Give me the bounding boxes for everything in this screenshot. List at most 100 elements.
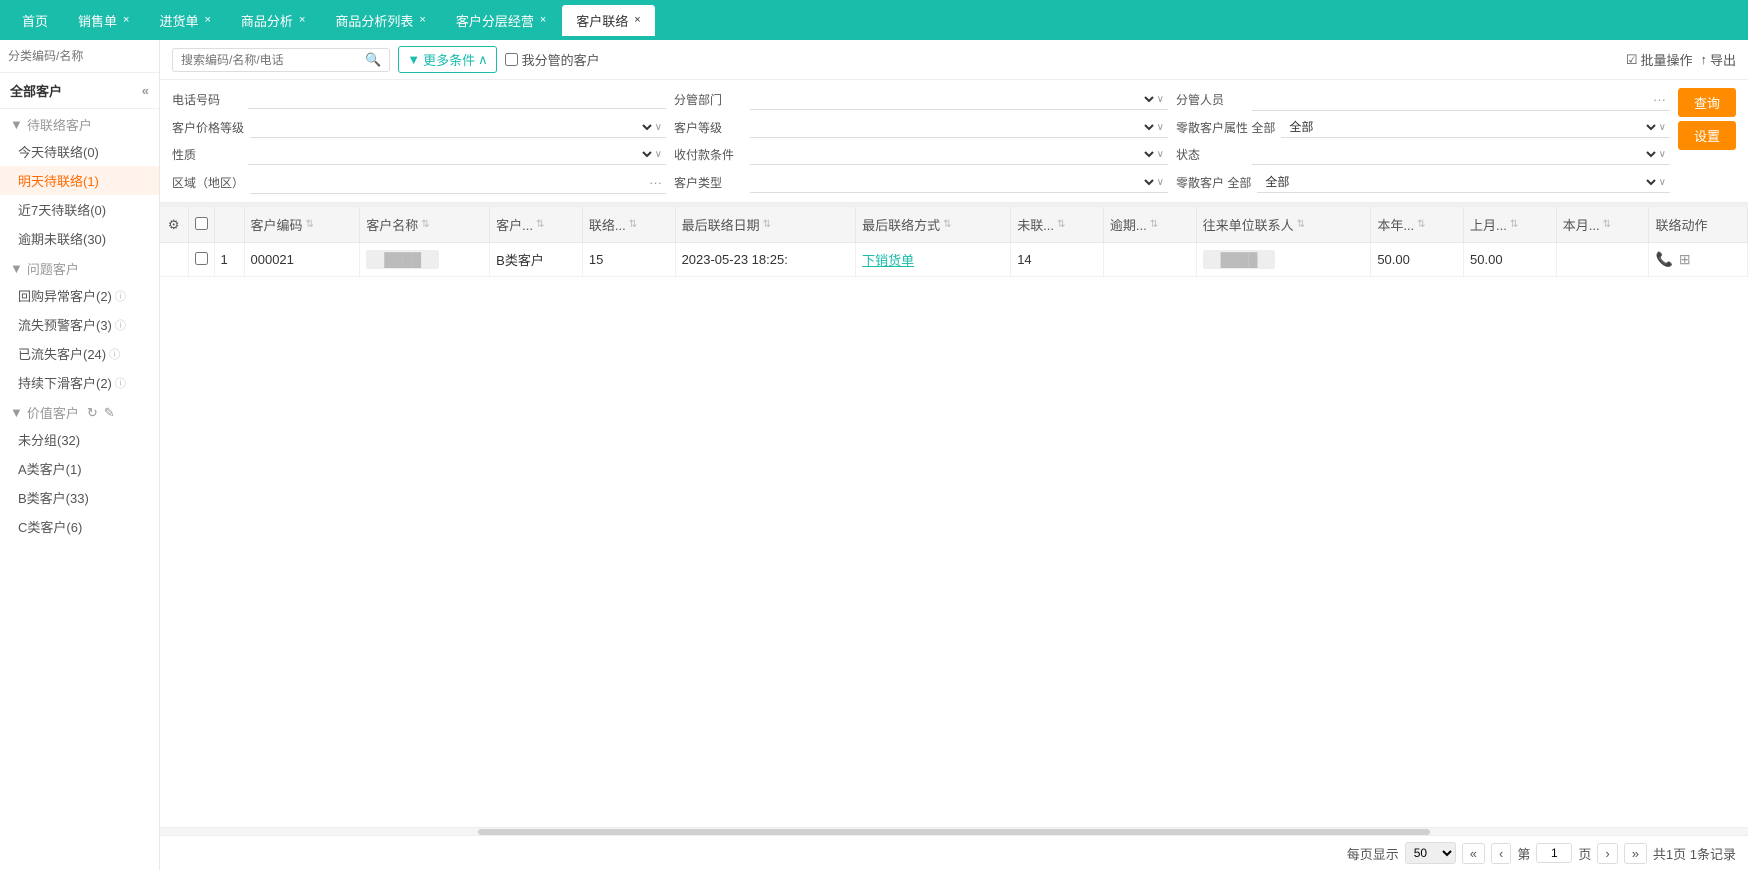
main-search-input[interactable]	[181, 53, 361, 67]
filter-right-actions: ☑ 批量操作 ↑ 导出	[1626, 50, 1736, 69]
phone-action-icon[interactable]: 📞	[1655, 251, 1672, 268]
settings-icon[interactable]: ⚙	[168, 217, 180, 232]
close-icon[interactable]: ×	[123, 14, 129, 26]
filter-row-4: 区域（地区） ··· 客户类型 ∨	[172, 171, 1670, 194]
table-row: 1 000021 ████ B类客户 15 2023-05-23 18:25: …	[160, 243, 1748, 277]
customer-type-select[interactable]	[754, 174, 1157, 190]
query-button[interactable]: 查询	[1678, 88, 1736, 117]
status-label: 状态	[1176, 146, 1246, 163]
col-last-month[interactable]: 上月... ⇅	[1464, 207, 1557, 243]
nav-tab-customer-contact[interactable]: 客户联络 ×	[562, 5, 654, 36]
region-input[interactable]	[254, 173, 649, 191]
more-conditions-btn[interactable]: ▼ 更多条件 ∧	[398, 46, 496, 73]
export-btn[interactable]: ↑ 导出	[1700, 50, 1736, 69]
nav-home[interactable]: 首页	[8, 5, 62, 36]
batch-operation-btn[interactable]: ☑ 批量操作	[1626, 50, 1693, 69]
nav-tab-sales[interactable]: 销售单 ×	[64, 5, 143, 36]
price-level-select[interactable]	[254, 119, 655, 135]
row-checkbox[interactable]	[195, 252, 208, 265]
row-this-year: 50.00	[1371, 243, 1464, 277]
set-button[interactable]: 设置	[1678, 121, 1736, 150]
prev-page-btn[interactable]: ‹	[1491, 843, 1511, 864]
refresh-icon[interactable]: ↻	[87, 405, 98, 421]
arrow-down-icon: ▼	[10, 117, 23, 132]
sort-icon: ⇅	[1603, 219, 1611, 230]
filter-cell-retail-attr: 零散客户属性 全部 全部 ∨	[1176, 117, 1670, 138]
col-settings[interactable]: ⚙	[160, 207, 188, 243]
col-customer-type[interactable]: 客户... ⇅	[490, 207, 583, 243]
sidebar-item-churned[interactable]: 已流失客户(24) ⓘ	[0, 339, 159, 368]
close-icon[interactable]: ×	[419, 14, 425, 26]
sidebar-item-churn-warning[interactable]: 流失预警客户(3) ⓘ	[0, 310, 159, 339]
horizontal-scrollbar[interactable]	[160, 827, 1748, 835]
filter-row-2: 客户价格等级 ∨ 客户等级 ∨	[172, 117, 1670, 138]
retail-attr-select[interactable]: 全部	[1285, 119, 1658, 135]
sort-icon: ⇅	[1510, 219, 1518, 230]
page-label: 第	[1517, 844, 1530, 863]
status-select[interactable]	[1256, 146, 1659, 162]
col-contacts[interactable]: 联络... ⇅	[582, 207, 675, 243]
nav-tab-product-analysis[interactable]: 商品分析 ×	[227, 5, 319, 36]
sidebar-item-tomorrow-contact[interactable]: 明天待联络(1)	[0, 166, 159, 195]
sort-icon: ⇅	[763, 219, 771, 230]
first-page-btn[interactable]: «	[1462, 843, 1485, 864]
my-customers-check[interactable]	[505, 53, 518, 66]
col-overdue[interactable]: 逾期... ⇅	[1103, 207, 1196, 243]
edit-icon[interactable]: ✎	[104, 405, 115, 421]
close-icon[interactable]: ×	[634, 14, 640, 26]
filter-icon: ▼	[407, 52, 420, 67]
filter-cell-customer-type: 客户类型 ∨	[674, 172, 1168, 193]
manager-input[interactable]	[1256, 90, 1653, 108]
per-page-select[interactable]: 50 100 200	[1405, 842, 1456, 864]
sidebar-item-declining[interactable]: 持续下滑客户(2) ⓘ	[0, 368, 159, 397]
col-this-year[interactable]: 本年... ⇅	[1371, 207, 1464, 243]
sort-icon: ⇅	[943, 219, 951, 230]
collapse-icon[interactable]: «	[142, 83, 149, 98]
last-page-btn[interactable]: »	[1624, 843, 1647, 864]
nav-tab-purchase[interactable]: 进货单 ×	[145, 5, 224, 36]
ellipsis-icon[interactable]: ···	[1653, 92, 1666, 107]
close-icon[interactable]: ×	[299, 14, 305, 26]
select-all-checkbox[interactable]	[195, 217, 208, 230]
nav-tab-product-list[interactable]: 商品分析列表 ×	[321, 5, 439, 36]
sort-icon: ⇅	[306, 219, 314, 230]
col-uncontacted[interactable]: 未联... ⇅	[1011, 207, 1104, 243]
col-last-contact-date[interactable]: 最后联络日期 ⇅	[675, 207, 856, 243]
col-customer-code[interactable]: 客户编码 ⇅	[244, 207, 360, 243]
customer-level-select[interactable]	[754, 119, 1157, 135]
scrollbar-thumb[interactable]	[478, 829, 1431, 835]
sidebar-item-ungrouped[interactable]: 未分组(32)	[0, 425, 159, 454]
nav-tab-customer-tier[interactable]: 客户分层经营 ×	[442, 5, 560, 36]
sidebar-item-class-c[interactable]: C类客户(6)	[0, 512, 159, 541]
dept-select[interactable]	[754, 91, 1157, 107]
retail-customer-select[interactable]: 全部	[1261, 174, 1658, 190]
col-this-month[interactable]: 本月... ⇅	[1556, 207, 1649, 243]
sidebar-item-today-contact[interactable]: 今天待联络(0)	[0, 137, 159, 166]
region-label: 区域（地区）	[172, 174, 244, 191]
grid-action-icon[interactable]: ⊞	[1679, 251, 1691, 268]
page-number-input[interactable]	[1536, 843, 1572, 863]
my-customers-checkbox[interactable]: 我分管的客户	[505, 50, 600, 69]
sidebar-item-overdue-contact[interactable]: 逾期未联络(30)	[0, 224, 159, 253]
col-unit-contact[interactable]: 往来单位联系人 ⇅	[1196, 207, 1371, 243]
sidebar-all-customers[interactable]: 全部客户 «	[0, 73, 159, 109]
close-icon[interactable]: ×	[204, 14, 210, 26]
close-icon[interactable]: ×	[540, 14, 546, 26]
row-last-contact-method[interactable]: 下销货单	[856, 243, 1011, 277]
ellipsis-icon[interactable]: ···	[649, 175, 662, 190]
next-page-btn[interactable]: ›	[1597, 843, 1617, 864]
payment-select[interactable]	[754, 146, 1157, 162]
search-icon[interactable]: 🔍	[365, 52, 381, 68]
nature-select[interactable]	[252, 146, 655, 162]
sidebar-item-repurchase-abnormal[interactable]: 回购异常客户(2) ⓘ	[0, 281, 159, 310]
manager-select-wrap: ···	[1252, 88, 1670, 111]
sidebar-item-class-b[interactable]: B类客户(33)	[0, 483, 159, 512]
phone-input[interactable]	[248, 90, 666, 109]
sidebar-search-input[interactable]	[8, 49, 160, 63]
sidebar-item-7days-contact[interactable]: 近7天待联络(0)	[0, 195, 159, 224]
filter-row-1: 电话号码 分管部门 ∨ 分管人员	[172, 88, 1670, 111]
col-customer-name[interactable]: 客户名称 ⇅	[360, 207, 490, 243]
col-last-contact-method[interactable]: 最后联络方式 ⇅	[856, 207, 1011, 243]
sidebar-item-class-a[interactable]: A类客户(1)	[0, 454, 159, 483]
sort-icon: ⇅	[629, 219, 637, 230]
